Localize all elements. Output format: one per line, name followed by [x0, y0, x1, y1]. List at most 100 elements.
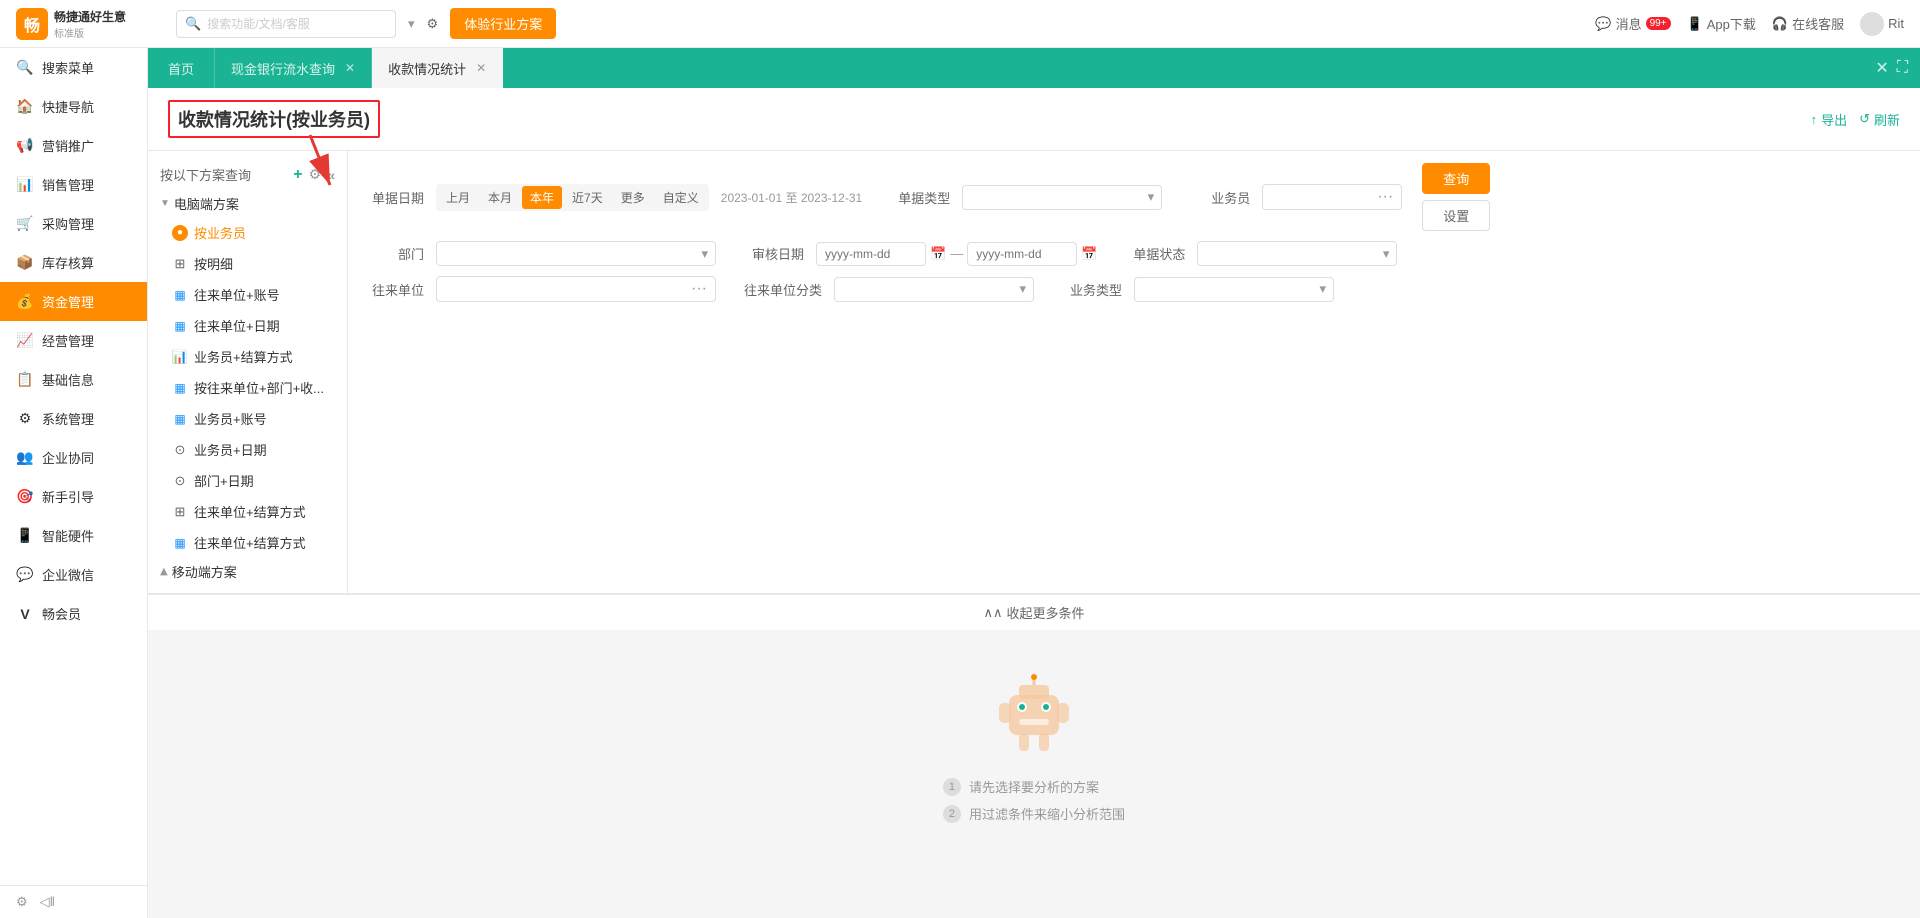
collapse-icon: ∧∧: [983, 605, 1002, 621]
export-button[interactable]: ↑ 导出: [1811, 110, 1848, 129]
scheme-category-mobile[interactable]: ▶ 移动端方案: [148, 558, 347, 585]
scheme-item-partner-date[interactable]: ▦ 往来单位+日期: [148, 310, 347, 341]
scheme-item-partner-settlement2[interactable]: ▦ 往来单位+结算方式: [148, 527, 347, 558]
tab-expand-icon[interactable]: ⛶: [1897, 59, 1908, 77]
sidebar-item-fund[interactable]: 💰 资金管理: [0, 282, 147, 321]
doc-status-select[interactable]: [1197, 241, 1397, 266]
settings-button[interactable]: 设置: [1422, 200, 1490, 231]
scheme-collapse-icon[interactable]: «: [327, 167, 335, 183]
partner-category-select[interactable]: [834, 277, 1034, 302]
scheme-item-grid-icon: ⊞: [172, 256, 188, 272]
date-tab-last-month[interactable]: 上月: [438, 186, 478, 209]
sidebar-item-purchase[interactable]: 🛒 采购管理: [0, 204, 147, 243]
partner-category-label: 往来单位分类: [744, 280, 822, 299]
review-date-start-input[interactable]: [816, 242, 926, 266]
tab-close-all-icon[interactable]: ✕: [1875, 58, 1888, 78]
scheme-item-orange-icon: ●: [172, 225, 188, 241]
sidebar-item-wechat[interactable]: 💬 企业微信: [0, 555, 147, 594]
sidebar: 🔍 搜索菜单 🏠 快捷导航 📢 营销推广 📊 销售管理 🛒 采购管理 📦 库存核…: [0, 48, 148, 918]
partner-category-select-wrapper[interactable]: [834, 277, 1034, 302]
calendar-end-icon[interactable]: 📅: [1081, 246, 1097, 262]
marketing-icon: 📢: [16, 137, 34, 154]
dropdown-arrow-icon[interactable]: ▾: [408, 16, 415, 32]
sidebar-bottom: ⚙ ◁‖: [0, 885, 147, 918]
partner-input[interactable]: ···: [436, 276, 716, 302]
search-icon: 🔍: [185, 16, 201, 32]
calendar-start-icon[interactable]: 📅: [930, 246, 946, 262]
scheme-item-table-icon1: ▦: [172, 287, 188, 303]
online-service-item[interactable]: 🎧 在线客服: [1772, 14, 1844, 33]
doc-status-select-wrapper[interactable]: [1197, 241, 1397, 266]
search-bar[interactable]: 🔍 搜索功能/文档/客服: [176, 10, 396, 38]
business-type-select[interactable]: [1134, 277, 1334, 302]
salesperson-input[interactable]: ···: [1262, 184, 1402, 210]
message-nav-item[interactable]: 💬 消息 99+: [1595, 14, 1670, 33]
scheme-item-dept-date[interactable]: ⊙ 部门+日期: [148, 465, 347, 496]
sidebar-item-operation[interactable]: 📈 经营管理: [0, 321, 147, 360]
sidebar-item-guide[interactable]: 🎯 新手引导: [0, 477, 147, 516]
guide-icon: 🎯: [16, 488, 34, 505]
scheme-category-desktop[interactable]: ▼ 电脑端方案: [148, 190, 347, 217]
search-menu-icon: 🔍: [16, 59, 34, 76]
date-tab-this-month[interactable]: 本月: [480, 186, 520, 209]
partner-dots[interactable]: ···: [691, 280, 707, 298]
scheme-item-table-icon5: ▦: [172, 535, 188, 551]
settings-icon[interactable]: ⚙: [427, 16, 439, 32]
date-separator: —: [950, 246, 963, 261]
download-icon: 📱: [1687, 16, 1703, 32]
scheme-item-by-salesperson[interactable]: ● 按业务员: [148, 217, 347, 248]
tab-receipt-stats[interactable]: 收款情况统计 ✕: [372, 48, 503, 88]
sidebar-item-system[interactable]: ⚙ 系统管理: [0, 399, 147, 438]
business-type-label: 业务类型: [1062, 280, 1122, 299]
scheme-item-salesperson-settlement[interactable]: 📊 业务员+结算方式: [148, 341, 347, 372]
sidebar-settings-icon[interactable]: ⚙: [16, 894, 28, 910]
doc-type-select-wrapper[interactable]: [962, 185, 1162, 210]
app-download-item[interactable]: 📱 App下载: [1687, 14, 1756, 33]
sidebar-item-enterprise[interactable]: 👥 企业协同: [0, 438, 147, 477]
scheme-item-partner-dept[interactable]: ▦ 按往来单位+部门+收...: [148, 372, 347, 403]
dept-select-wrapper[interactable]: [436, 241, 716, 266]
basic-info-icon: 📋: [16, 371, 34, 388]
scheme-item-table-icon3: ▦: [172, 380, 188, 396]
page-header: 收款情况统计(按业务员) ↑ 导出 ↺ 刷新: [148, 88, 1920, 151]
sidebar-item-smart-hardware[interactable]: 📱 智能硬件: [0, 516, 147, 555]
sidebar-item-marketing[interactable]: 📢 营销推广: [0, 126, 147, 165]
tab-home[interactable]: 首页: [148, 48, 215, 88]
tab-bank-flow-close[interactable]: ✕: [345, 61, 355, 75]
sidebar-item-basic-info[interactable]: 📋 基础信息: [0, 360, 147, 399]
salesperson-dots[interactable]: ···: [1377, 188, 1393, 206]
scheme-item-partner-account[interactable]: ▦ 往来单位+账号: [148, 279, 347, 310]
business-type-select-wrapper[interactable]: [1134, 277, 1334, 302]
tab-bank-flow[interactable]: 现金银行流水查询 ✕: [215, 48, 372, 88]
sidebar-collapse-icon[interactable]: ◁‖: [40, 894, 55, 910]
collapse-bar[interactable]: ∧∧ 收起更多条件: [148, 594, 1920, 630]
sidebar-item-vip[interactable]: V 畅会员: [0, 594, 147, 633]
sidebar-item-sales[interactable]: 📊 销售管理: [0, 165, 147, 204]
date-tab-custom[interactable]: 自定义: [655, 186, 707, 209]
date-tab-this-year[interactable]: 本年: [522, 186, 562, 209]
refresh-icon: ↺: [1859, 111, 1870, 127]
scheme-item-by-detail[interactable]: ⊞ 按明细: [148, 248, 347, 279]
scheme-item-salesperson-date[interactable]: ⊙ 业务员+日期: [148, 434, 347, 465]
sidebar-item-search-menu[interactable]: 🔍 搜索菜单: [0, 48, 147, 87]
scheme-settings-icon[interactable]: ⚙: [309, 166, 322, 183]
date-tab-more[interactable]: 更多: [613, 186, 653, 209]
scheme-item-salesperson-account[interactable]: ▦ 业务员+账号: [148, 403, 347, 434]
user-name-item[interactable]: Rit: [1860, 12, 1904, 36]
fund-icon: 💰: [16, 293, 34, 310]
sidebar-item-quick-nav[interactable]: 🏠 快捷导航: [0, 87, 147, 126]
review-date-label: 审核日期: [744, 244, 804, 263]
scheme-item-bar-icon: 📊: [172, 349, 188, 365]
doc-type-select[interactable]: [962, 185, 1162, 210]
tab-receipt-stats-close[interactable]: ✕: [476, 61, 486, 75]
date-tab-7days[interactable]: 近7天: [564, 186, 611, 209]
refresh-button[interactable]: ↺ 刷新: [1859, 110, 1900, 129]
trial-button[interactable]: 体验行业方案: [450, 8, 556, 39]
review-date-end-input[interactable]: [967, 242, 1077, 266]
scheme-item-partner-settlement1[interactable]: ⊞ 往来单位+结算方式: [148, 496, 347, 527]
scheme-add-icon[interactable]: +: [293, 166, 302, 184]
dept-select[interactable]: [436, 241, 716, 266]
sidebar-item-inventory[interactable]: 📦 库存核算: [0, 243, 147, 282]
doc-type-label: 单据类型: [890, 188, 950, 207]
query-button[interactable]: 查询: [1422, 163, 1490, 194]
